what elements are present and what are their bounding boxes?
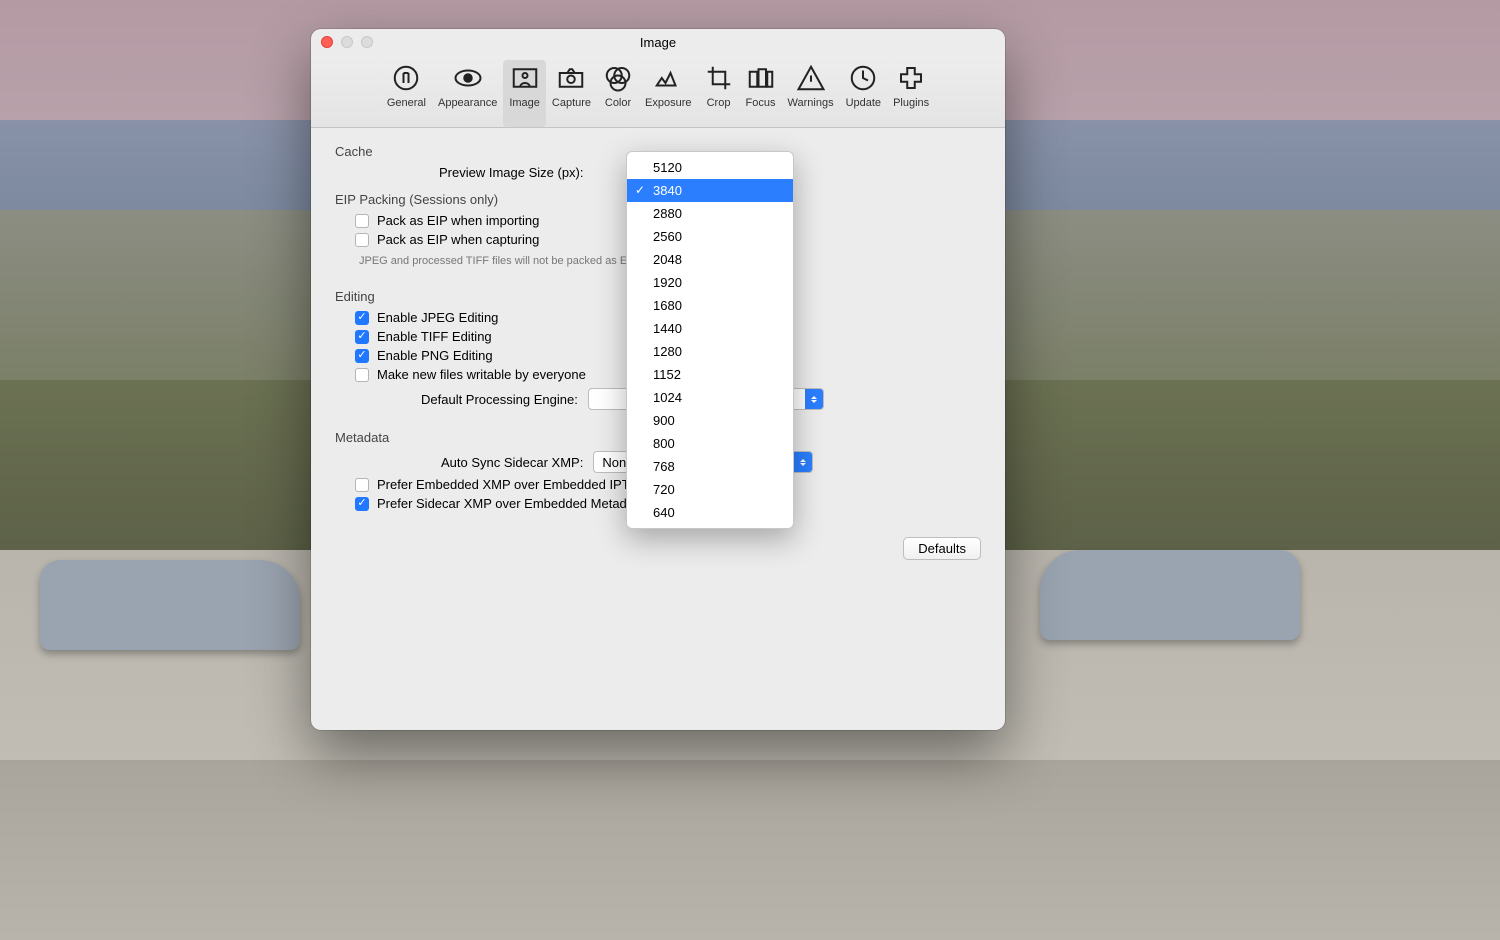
titlebar: Image	[311, 29, 1005, 56]
dropdown-option[interactable]: 3840	[627, 179, 793, 202]
checkbox-label: Pack as EIP when capturing	[377, 232, 539, 247]
chevron-updown-icon	[805, 389, 823, 409]
minimize-button[interactable]	[341, 36, 353, 48]
tab-capture[interactable]: Capture	[546, 60, 597, 127]
checkbox-label: Enable TIFF Editing	[377, 329, 492, 344]
engine-label: Default Processing Engine:	[421, 392, 578, 407]
focus-icon	[746, 63, 776, 93]
checkbox-label: Enable PNG Editing	[377, 348, 493, 363]
window-title: Image	[640, 35, 676, 50]
window-controls	[321, 36, 373, 48]
crop-icon	[704, 63, 734, 93]
checkbox-pack-capture[interactable]	[355, 233, 369, 247]
tab-label: Crop	[707, 97, 731, 109]
dropdown-option[interactable]: 5120	[627, 156, 793, 179]
checkbox-tiff-editing[interactable]	[355, 330, 369, 344]
plugins-icon	[896, 63, 926, 93]
tab-label: Color	[605, 97, 631, 109]
tab-warnings[interactable]: Warnings	[782, 60, 840, 127]
tab-label: Exposure	[645, 97, 691, 109]
tab-exposure[interactable]: Exposure	[639, 60, 697, 127]
chevron-updown-icon	[794, 452, 812, 472]
checkbox-label: Prefer Embedded XMP over Embedded IPTC	[377, 477, 639, 492]
capture-icon	[556, 63, 586, 93]
tab-color[interactable]: Color	[597, 60, 639, 127]
tab-label: Appearance	[438, 97, 497, 109]
checkbox-prefer-embedded-xmp[interactable]	[355, 478, 369, 492]
exposure-icon	[653, 63, 683, 93]
tab-focus[interactable]: Focus	[740, 60, 782, 127]
checkbox-make-writable[interactable]	[355, 368, 369, 382]
checkbox-label: Pack as EIP when importing	[377, 213, 539, 228]
warnings-icon	[796, 63, 826, 93]
tab-label: Update	[846, 97, 881, 109]
tab-plugins[interactable]: Plugins	[887, 60, 935, 127]
checkbox-prefer-sidecar-xmp[interactable]	[355, 497, 369, 511]
tab-general[interactable]: General	[381, 60, 432, 127]
dropdown-option[interactable]: 1680	[627, 294, 793, 317]
close-button[interactable]	[321, 36, 333, 48]
tab-label: Capture	[552, 97, 591, 109]
checkbox-label: Make new files writable by everyone	[377, 367, 586, 382]
wallpaper-plane	[1040, 550, 1300, 640]
checkbox-pack-import[interactable]	[355, 214, 369, 228]
dropdown-option[interactable]: 2560	[627, 225, 793, 248]
preferences-toolbar: General Appearance Image Capture Color E…	[311, 56, 1005, 128]
dropdown-option[interactable]: 1280	[627, 340, 793, 363]
dropdown-option[interactable]: 768	[627, 455, 793, 478]
tab-label: General	[387, 97, 426, 109]
tab-crop[interactable]: Crop	[698, 60, 740, 127]
checkbox-label: Enable JPEG Editing	[377, 310, 498, 325]
checkbox-jpeg-editing[interactable]	[355, 311, 369, 325]
wallpaper-plane	[40, 560, 300, 650]
dropdown-option[interactable]: 1920	[627, 271, 793, 294]
update-icon	[848, 63, 878, 93]
dropdown-option[interactable]: 1024	[627, 386, 793, 409]
dropdown-option[interactable]: 640	[627, 501, 793, 524]
dropdown-option[interactable]: 1152	[627, 363, 793, 386]
dropdown-option[interactable]: 1440	[627, 317, 793, 340]
dropdown-option[interactable]: 800	[627, 432, 793, 455]
preview-size-label: Preview Image Size (px):	[439, 165, 584, 180]
sidecar-label: Auto Sync Sidecar XMP:	[441, 455, 583, 470]
checkbox-label: Prefer Sidecar XMP over Embedded Metadat…	[377, 496, 645, 511]
dropdown-option[interactable]: 900	[627, 409, 793, 432]
color-icon	[603, 63, 633, 93]
appearance-icon	[453, 63, 483, 93]
tab-update[interactable]: Update	[840, 60, 887, 127]
checkbox-png-editing[interactable]	[355, 349, 369, 363]
dropdown-option[interactable]: 720	[627, 478, 793, 501]
preview-size-dropdown[interactable]: 5120384028802560204819201680144012801152…	[626, 151, 794, 529]
dropdown-option[interactable]: 2880	[627, 202, 793, 225]
zoom-button[interactable]	[361, 36, 373, 48]
dropdown-option[interactable]: 2048	[627, 248, 793, 271]
image-icon	[510, 63, 540, 93]
tab-label: Warnings	[788, 97, 834, 109]
preferences-window: Image General Appearance Image Capture C…	[311, 29, 1005, 730]
tab-label: Focus	[746, 97, 776, 109]
tab-image[interactable]: Image	[503, 60, 546, 127]
general-icon	[391, 63, 421, 93]
tab-label: Image	[509, 97, 540, 109]
tab-appearance[interactable]: Appearance	[432, 60, 503, 127]
tab-label: Plugins	[893, 97, 929, 109]
defaults-button[interactable]: Defaults	[903, 537, 981, 560]
